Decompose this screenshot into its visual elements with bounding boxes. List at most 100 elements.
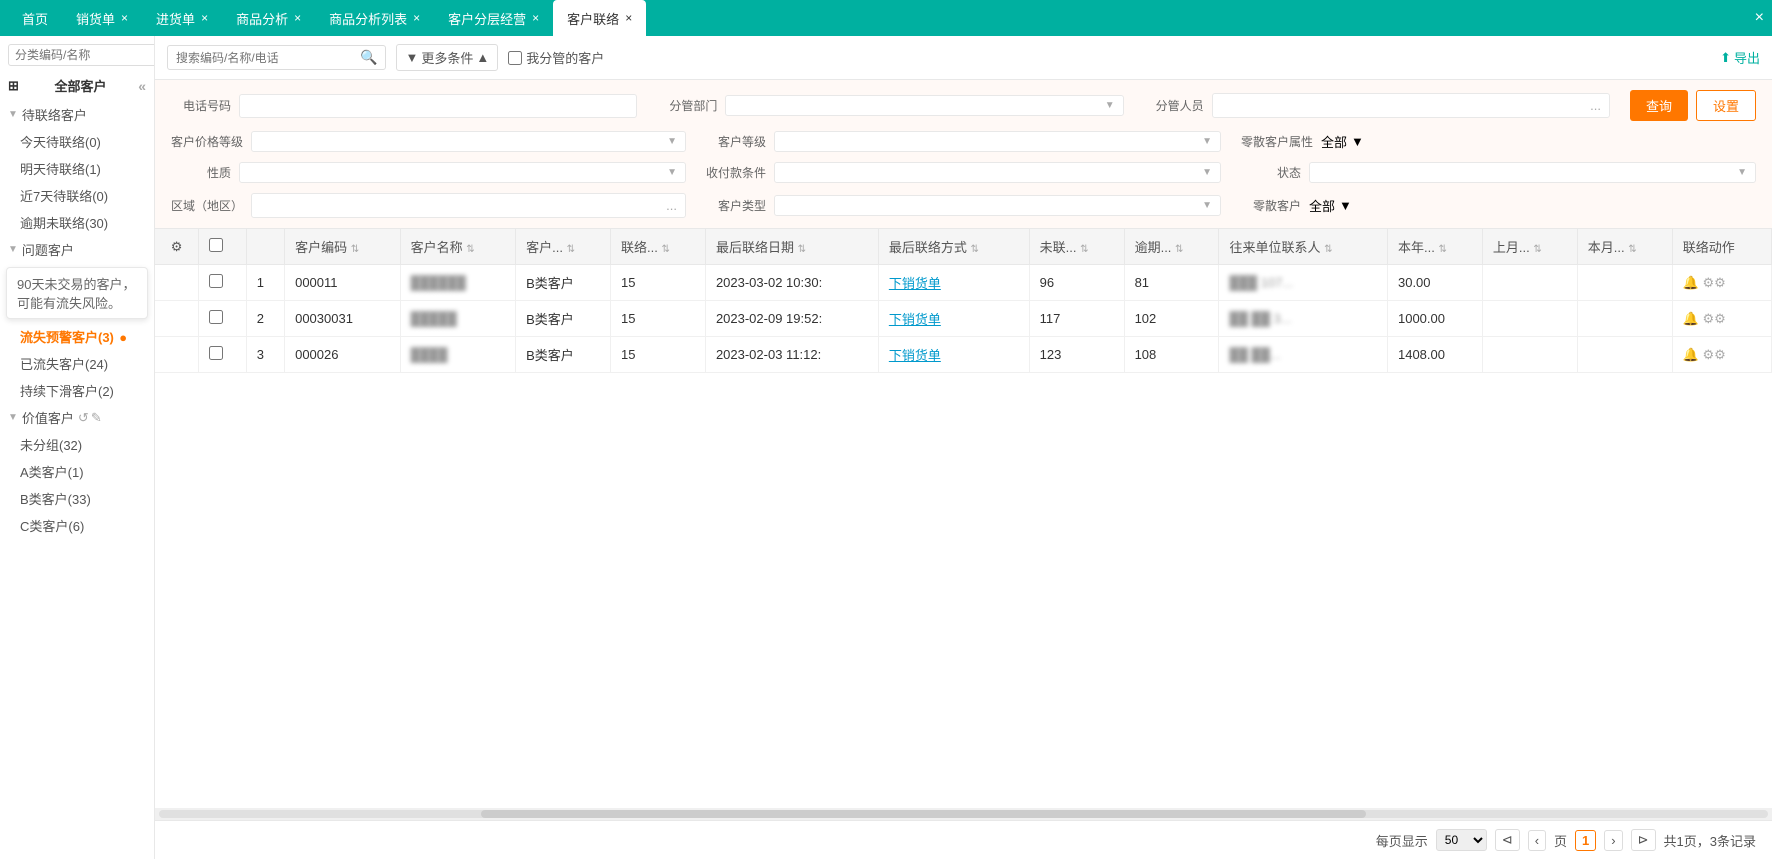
th-this-year[interactable]: 本年... ⇅ bbox=[1387, 229, 1482, 265]
horizontal-scrollbar[interactable] bbox=[155, 808, 1772, 820]
tab-sales[interactable]: 销货单 × bbox=[62, 0, 142, 36]
row3-checkbox[interactable] bbox=[199, 337, 247, 373]
window-close-button[interactable]: × bbox=[1755, 9, 1764, 27]
th-last-month[interactable]: 上月... ⇅ bbox=[1482, 229, 1577, 265]
row2-checkbox-input[interactable] bbox=[209, 310, 223, 324]
next-page-button[interactable]: › bbox=[1604, 830, 1622, 851]
row3-name[interactable]: ████ bbox=[400, 337, 516, 373]
query-button[interactable]: 查询 bbox=[1630, 90, 1688, 121]
tab-close-analysis[interactable]: × bbox=[294, 11, 301, 25]
tab-close-customer-segment[interactable]: × bbox=[532, 11, 539, 25]
row2-action[interactable]: 🔔 ⚙⚙ bbox=[1672, 301, 1771, 337]
row3-checkbox-input[interactable] bbox=[209, 346, 223, 360]
th-unit-contact[interactable]: 往来单位联系人 ⇅ bbox=[1219, 229, 1388, 265]
edit-icon[interactable]: ✎ bbox=[91, 410, 102, 426]
row1-type: B类客户 bbox=[516, 265, 611, 301]
row3-last-method[interactable]: 下销货单 bbox=[878, 337, 1029, 373]
th-name[interactable]: 客户名称 ⇅ bbox=[400, 229, 516, 265]
filter-scattered-customer-select[interactable]: 全部 ▼ bbox=[1309, 196, 1352, 215]
tab-home[interactable]: 首页 bbox=[8, 0, 62, 36]
filter-dept-select[interactable]: ▼ bbox=[725, 95, 1123, 116]
per-page-select[interactable]: 50 20 100 bbox=[1436, 829, 1487, 851]
tab-close-customer-contact[interactable]: × bbox=[625, 11, 632, 25]
tab-customer-contact[interactable]: 客户联络 × bbox=[553, 0, 646, 36]
my-customers-checkbox-label[interactable]: 我分管的客户 bbox=[508, 48, 604, 67]
sidebar-search-input[interactable] bbox=[8, 44, 155, 66]
row1-seq: 1 bbox=[246, 265, 284, 301]
filter-region-select[interactable]: ... bbox=[251, 193, 686, 218]
sidebar-group-pending[interactable]: ▼ 待联络客户 bbox=[0, 101, 154, 128]
tab-close-analysis-list[interactable]: × bbox=[413, 11, 420, 25]
sidebar-group-value[interactable]: ▼ 价值客户 ↺ ✎ bbox=[0, 404, 154, 431]
filter-customer-type-select[interactable]: ▼ bbox=[774, 195, 1221, 216]
tab-analysis[interactable]: 商品分析 × bbox=[222, 0, 315, 36]
row2-checkbox[interactable] bbox=[199, 301, 247, 337]
sidebar-item-ungroup[interactable]: 未分组(32) bbox=[0, 431, 154, 458]
th-last-method[interactable]: 最后联络方式 ⇅ bbox=[878, 229, 1029, 265]
row3-code[interactable]: 000026 bbox=[285, 337, 401, 373]
scroll-thumb[interactable] bbox=[481, 810, 1366, 818]
th-code[interactable]: 客户编码 ⇅ bbox=[285, 229, 401, 265]
th-gear[interactable]: ⚙ bbox=[155, 229, 199, 265]
sidebar-item-c-class[interactable]: C类客户(6) bbox=[0, 512, 154, 539]
row1-checkbox-input[interactable] bbox=[209, 274, 223, 288]
sidebar-item-churned[interactable]: 已流失客户(24) bbox=[0, 350, 154, 377]
row1-action[interactable]: 🔔 ⚙⚙ bbox=[1672, 265, 1771, 301]
prev-page-button[interactable]: ‹ bbox=[1528, 830, 1546, 851]
sidebar-item-7days[interactable]: 近7天待联络(0) bbox=[0, 182, 154, 209]
th-last-date[interactable]: 最后联络日期 ⇅ bbox=[705, 229, 878, 265]
settings-button[interactable]: 设置 bbox=[1696, 90, 1756, 121]
row1-code[interactable]: 000011 bbox=[285, 265, 401, 301]
filter-status-select[interactable]: ▼ bbox=[1309, 162, 1756, 183]
th-uncontacted[interactable]: 未联... ⇅ bbox=[1029, 229, 1124, 265]
tab-purchase[interactable]: 进货单 × bbox=[142, 0, 222, 36]
filter-payment-terms-select[interactable]: ▼ bbox=[774, 162, 1221, 183]
filter-manager-select[interactable]: ... bbox=[1212, 93, 1610, 118]
filter-scattered-attr-select[interactable]: 全部 ▼ bbox=[1321, 132, 1364, 151]
filter-customer-level-select[interactable]: ▼ bbox=[774, 131, 1221, 152]
search-icon[interactable]: 🔍 bbox=[360, 49, 377, 66]
filter-nature-select[interactable]: ▼ bbox=[239, 162, 686, 183]
first-page-button[interactable]: ⊲ bbox=[1495, 829, 1520, 851]
th-this-month[interactable]: 本月... ⇅ bbox=[1577, 229, 1672, 265]
filter-price-level-select[interactable]: ▼ bbox=[251, 131, 686, 152]
select-all-checkbox[interactable] bbox=[209, 238, 223, 252]
sidebar-group-problem[interactable]: ▼ 问题客户 bbox=[0, 236, 154, 263]
refresh-icon[interactable]: ↺ bbox=[78, 410, 89, 426]
sidebar-all-customers[interactable]: ⊞ 全部客户 « bbox=[0, 70, 154, 101]
th-overdue[interactable]: 逾期... ⇅ bbox=[1124, 229, 1219, 265]
row3-last-date: 2023-02-03 11:12: bbox=[705, 337, 878, 373]
filter-phone-input[interactable] bbox=[239, 94, 637, 118]
sidebar-group-pending-label: 待联络客户 bbox=[22, 105, 87, 124]
chevron-down-icon-2: ▼ bbox=[667, 136, 677, 147]
tab-close-purchase[interactable]: × bbox=[201, 11, 208, 25]
sidebar-item-churn-warning[interactable]: 流失预警客户(3) ● bbox=[0, 323, 154, 350]
more-conditions-button[interactable]: ▼ 更多条件 ▲ bbox=[396, 44, 498, 71]
row2-last-method[interactable]: 下销货单 bbox=[878, 301, 1029, 337]
row1-last-method[interactable]: 下销货单 bbox=[878, 265, 1029, 301]
sidebar-item-b-class[interactable]: B类客户(33) bbox=[0, 485, 154, 512]
th-type[interactable]: 客户... ⇅ bbox=[516, 229, 611, 265]
row1-checkbox[interactable] bbox=[199, 265, 247, 301]
tab-customer-segment[interactable]: 客户分层经营 × bbox=[434, 0, 553, 36]
sidebar-item-overdue[interactable]: 逾期未联络(30) bbox=[0, 209, 154, 236]
row1-name[interactable]: ██████ bbox=[400, 265, 516, 301]
sidebar-item-today[interactable]: 今天待联络(0) bbox=[0, 128, 154, 155]
row1-contact: 15 bbox=[611, 265, 706, 301]
row2-code[interactable]: 00030031 bbox=[285, 301, 401, 337]
sidebar-item-tomorrow[interactable]: 明天待联络(1) bbox=[0, 155, 154, 182]
row2-name[interactable]: █████ bbox=[400, 301, 516, 337]
tab-close-sales[interactable]: × bbox=[121, 11, 128, 25]
row3-action[interactable]: 🔔 ⚙⚙ bbox=[1672, 337, 1771, 373]
export-button[interactable]: ⬆ 导出 bbox=[1720, 48, 1760, 67]
my-customers-checkbox[interactable] bbox=[508, 51, 522, 65]
th-checkbox[interactable] bbox=[199, 229, 247, 265]
tab-analysis-list[interactable]: 商品分析列表 × bbox=[315, 0, 434, 36]
sidebar-item-declining[interactable]: 持续下滑客户(2) bbox=[0, 377, 154, 404]
sidebar: 🔍 ⊞ 全部客户 « ▼ 待联络客户 今天待联络(0) 明天待联络(1) 近7天… bbox=[0, 36, 155, 859]
sidebar-item-a-class[interactable]: A类客户(1) bbox=[0, 458, 154, 485]
search-input[interactable] bbox=[176, 51, 356, 65]
th-contact[interactable]: 联络... ⇅ bbox=[611, 229, 706, 265]
last-page-button[interactable]: ⊳ bbox=[1631, 829, 1656, 851]
sidebar-collapse-btn[interactable]: « bbox=[138, 78, 146, 94]
